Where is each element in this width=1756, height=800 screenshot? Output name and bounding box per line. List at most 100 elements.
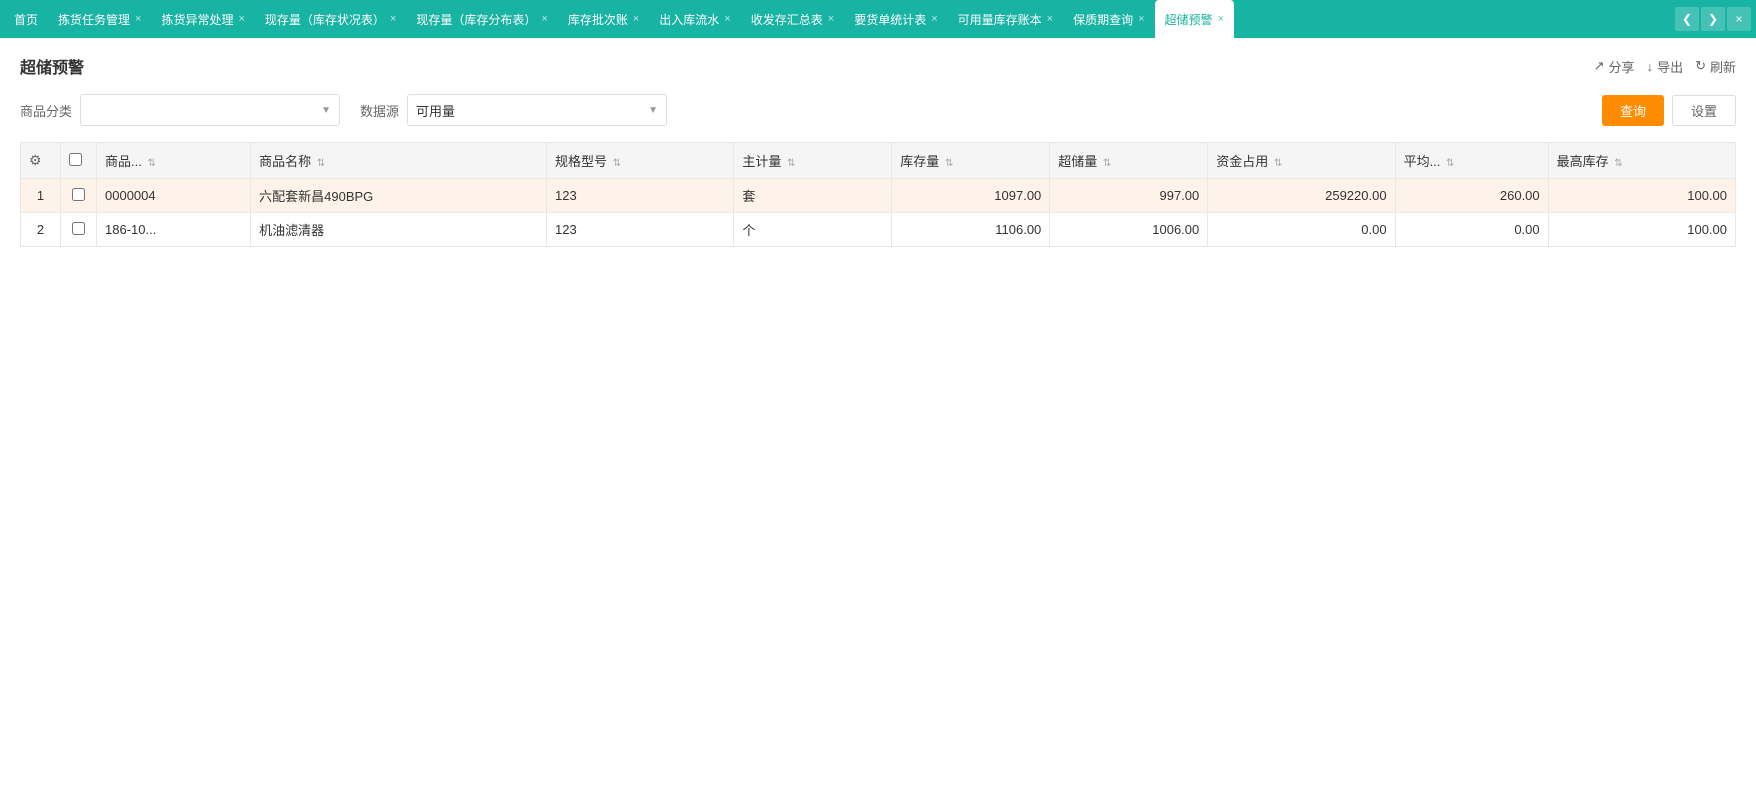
row-code: 0000004	[97, 179, 251, 213]
nav-tab-stock-dist[interactable]: 现存量（库存分布表） ×	[406, 0, 557, 38]
close-icon[interactable]: ×	[828, 13, 834, 25]
page-content: 超储预警 ↗ 分享 ↓ 导出 ↻ 刷新 商品分类 ▼ 数据源	[0, 38, 1756, 263]
datasource-select[interactable]: 可用量 ▼	[407, 94, 667, 126]
col-avg[interactable]: 平均... ⇅	[1395, 143, 1548, 179]
export-icon: ↓	[1647, 59, 1654, 74]
row-checkbox-cell	[61, 179, 97, 213]
data-table: ⚙ 商品... ⇅ 商品名称 ⇅ 规格型号 ⇅ 主计量	[20, 142, 1736, 247]
sort-icon: ⇅	[1446, 158, 1454, 169]
row-spec: 123	[547, 179, 734, 213]
table-row: 2 186-10... 机油滤清器 123 个 1106.00 1006.00 …	[21, 213, 1736, 247]
datasource-label: 数据源	[360, 101, 399, 120]
row-overstock: 997.00	[1050, 179, 1208, 213]
col-unit[interactable]: 主计量 ⇅	[734, 143, 892, 179]
refresh-button[interactable]: ↻ 刷新	[1695, 57, 1736, 76]
category-filter-group: 商品分类 ▼	[20, 94, 340, 126]
nav-tab-quality[interactable]: 保质期查询 ×	[1063, 0, 1154, 38]
row-checkbox[interactable]	[72, 222, 85, 235]
close-icon[interactable]: ×	[541, 13, 547, 25]
col-overstock[interactable]: 超储量 ⇅	[1050, 143, 1208, 179]
col-maxstock[interactable]: 最高库存 ⇅	[1548, 143, 1735, 179]
export-button[interactable]: ↓ 导出	[1647, 57, 1684, 76]
row-overstock: 1006.00	[1050, 213, 1208, 247]
row-avg: 0.00	[1395, 213, 1548, 247]
col-capital[interactable]: 资金占用 ⇅	[1208, 143, 1395, 179]
nav-tab-batch[interactable]: 库存批次账 ×	[558, 0, 649, 38]
share-icon: ↗	[1594, 58, 1605, 74]
filter-buttons: 查询 设置	[1602, 95, 1736, 126]
sort-icon: ⇅	[787, 158, 795, 169]
nav-next-button[interactable]: ❯	[1701, 7, 1725, 31]
query-button[interactable]: 查询	[1602, 95, 1664, 126]
close-icon[interactable]: ×	[1138, 13, 1144, 25]
close-icon[interactable]: ×	[931, 13, 937, 25]
row-unit: 个	[734, 213, 892, 247]
row-maxstock: 100.00	[1548, 213, 1735, 247]
close-icon[interactable]: ×	[724, 13, 730, 25]
select-all-checkbox[interactable]	[69, 153, 82, 166]
nav-arrows: ❮ ❯ ×	[1674, 7, 1752, 31]
row-capital: 259220.00	[1208, 179, 1395, 213]
col-spec[interactable]: 规格型号 ⇅	[547, 143, 734, 179]
nav-prev-button[interactable]: ❮	[1675, 7, 1699, 31]
sort-icon: ⇅	[1274, 158, 1282, 169]
row-name: 机油滤清器	[251, 213, 547, 247]
close-icon[interactable]: ×	[633, 13, 639, 25]
datasource-select-value: 可用量	[416, 101, 455, 120]
category-label: 商品分类	[20, 101, 72, 120]
nav-tab-overstock[interactable]: 超储预警 ×	[1155, 0, 1234, 38]
close-icon[interactable]: ×	[1047, 13, 1053, 25]
close-icon[interactable]: ×	[390, 13, 396, 25]
nav-tab-order-stat[interactable]: 要货单统计表 ×	[844, 0, 947, 38]
row-number: 1	[21, 179, 61, 213]
table-header-row: ⚙ 商品... ⇅ 商品名称 ⇅ 规格型号 ⇅ 主计量	[21, 143, 1736, 179]
datasource-filter-group: 数据源 可用量 ▼	[360, 94, 667, 126]
nav-tab-task[interactable]: 拣货任务管理 ×	[48, 0, 151, 38]
sort-icon: ⇅	[1103, 158, 1111, 169]
row-stock: 1106.00	[892, 213, 1050, 247]
row-unit: 套	[734, 179, 892, 213]
row-capital: 0.00	[1208, 213, 1395, 247]
row-spec: 123	[547, 213, 734, 247]
row-checkbox[interactable]	[72, 188, 85, 201]
col-code[interactable]: 商品... ⇅	[97, 143, 251, 179]
row-number: 2	[21, 213, 61, 247]
page-title: 超储预警	[20, 54, 84, 78]
nav-close-button[interactable]: ×	[1727, 7, 1751, 31]
sort-icon: ⇅	[317, 158, 325, 169]
category-select[interactable]: ▼	[80, 94, 340, 126]
row-maxstock: 100.00	[1548, 179, 1735, 213]
col-stock[interactable]: 库存量 ⇅	[892, 143, 1050, 179]
page-header: 超储预警 ↗ 分享 ↓ 导出 ↻ 刷新	[20, 54, 1736, 78]
sort-icon: ⇅	[1614, 158, 1622, 169]
nav-tab-available[interactable]: 可用量库存账本 ×	[948, 0, 1063, 38]
settings-button[interactable]: 设置	[1672, 95, 1736, 126]
nav-tab-stock-status[interactable]: 现存量（库存状况表） ×	[255, 0, 406, 38]
row-avg: 260.00	[1395, 179, 1548, 213]
close-icon[interactable]: ×	[1218, 13, 1224, 25]
chevron-down-icon: ▼	[321, 105, 331, 116]
filter-row: 商品分类 ▼ 数据源 可用量 ▼ 查询 设置	[20, 94, 1736, 126]
share-button[interactable]: ↗ 分享	[1594, 57, 1635, 76]
col-checkbox	[61, 143, 97, 179]
refresh-icon: ↻	[1695, 58, 1706, 74]
row-name: 六配套新昌490BPG	[251, 179, 547, 213]
top-navigation: 首页 拣货任务管理 × 拣货异常处理 × 现存量（库存状况表） × 现存量（库存…	[0, 0, 1756, 38]
header-actions: ↗ 分享 ↓ 导出 ↻ 刷新	[1594, 57, 1736, 76]
row-stock: 1097.00	[892, 179, 1050, 213]
chevron-down-icon: ▼	[648, 105, 658, 116]
sort-icon: ⇅	[147, 158, 155, 169]
close-icon[interactable]: ×	[238, 13, 244, 25]
table-row: 1 0000004 六配套新昌490BPG 123 套 1097.00 997.…	[21, 179, 1736, 213]
nav-tab-inout[interactable]: 出入库流水 ×	[649, 0, 740, 38]
nav-tab-home[interactable]: 首页	[4, 0, 48, 38]
sort-icon: ⇅	[613, 158, 621, 169]
col-name[interactable]: 商品名称 ⇅	[251, 143, 547, 179]
close-icon[interactable]: ×	[135, 13, 141, 25]
nav-tab-collect[interactable]: 收发存汇总表 ×	[741, 0, 844, 38]
row-checkbox-cell	[61, 213, 97, 247]
gear-icon[interactable]: ⚙	[29, 152, 42, 168]
col-settings: ⚙	[21, 143, 61, 179]
nav-tab-abnormal[interactable]: 拣货异常处理 ×	[151, 0, 254, 38]
sort-icon: ⇅	[945, 158, 953, 169]
